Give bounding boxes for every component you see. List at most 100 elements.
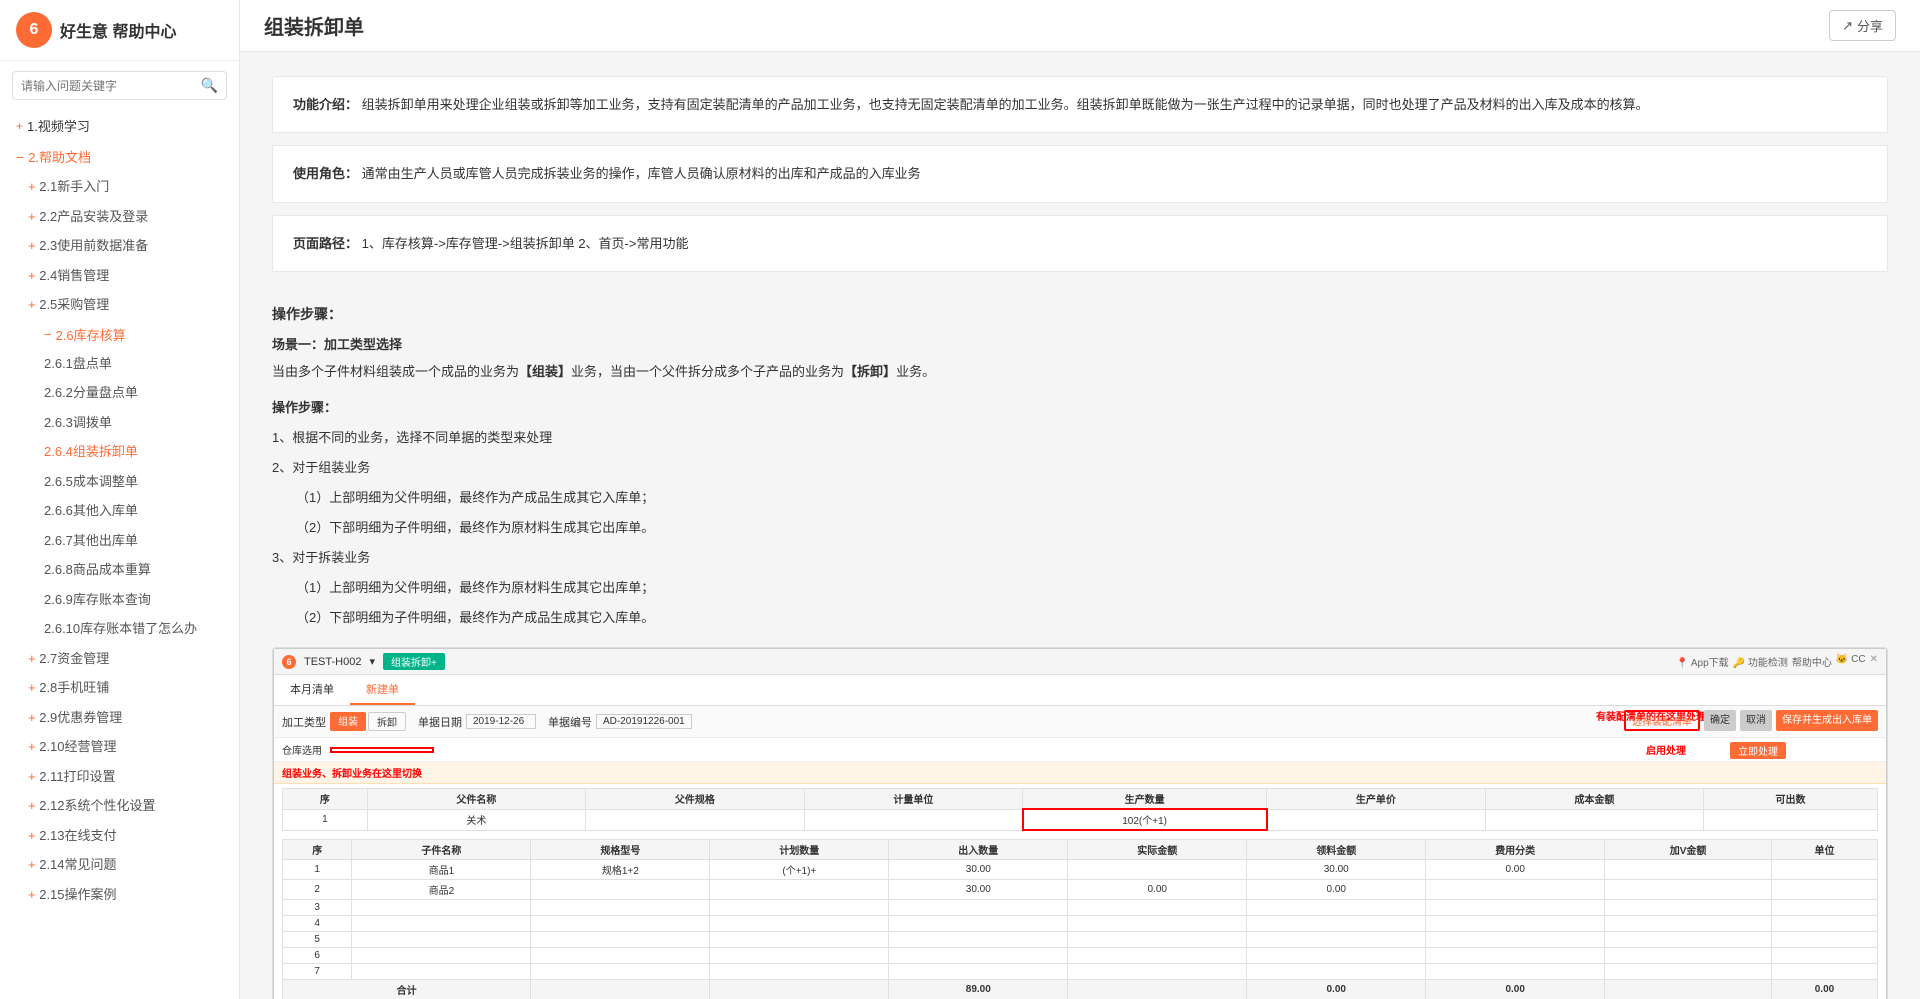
mock-cancel-btn[interactable]: 取消	[1740, 710, 1772, 731]
step3-subs: （1）上部明细为父件明细，最终作为原材料生成其它出库单； （2）下部明细为子件明…	[272, 575, 1888, 631]
sidebar-item-video[interactable]: + 1.视频学习	[0, 110, 239, 141]
mock-new-btn[interactable]: 组装拆卸+	[383, 653, 445, 670]
sidebar-item-docs-21[interactable]: + 2.1新手入门	[28, 172, 239, 202]
sidebar-item-268[interactable]: 2.6.8商品成本重算	[44, 555, 239, 585]
scene1-steps-label: 操作步骤：	[272, 395, 1888, 421]
mock-warehouse-input[interactable]	[330, 747, 434, 753]
app-title: 好生意 帮助中心	[60, 18, 176, 42]
sidebar-item-265[interactable]: 2.6.5成本调整单	[44, 467, 239, 497]
mock-lower-table-container: 序 子件名称 规格型号 计划数量 出入数量 实际金额 领料金额 费用分类 加V金…	[274, 835, 1886, 999]
mock-save-btn[interactable]: 保存并生成出入库单	[1776, 710, 1878, 731]
sidebar-item-267[interactable]: 2.6.7其他出库单	[44, 526, 239, 556]
mock-close[interactable]: ✕	[1870, 654, 1878, 669]
mock-form-header: 加工类型 组装 拆卸 单据日期 2019-12-26 单据编号	[274, 706, 1886, 738]
mock-field-doc-date: 单据日期 2019-12-26	[418, 714, 536, 730]
steps-title: 操作步骤：	[272, 304, 1888, 324]
search-box[interactable]: 🔍	[12, 71, 227, 100]
table-row: 4	[283, 916, 1878, 932]
share-icon: ↗	[1842, 18, 1853, 34]
sidebar-item-docs-27[interactable]: + 2.7资金管理	[28, 644, 239, 674]
sidebar-sub-26: 2.6.1盘点单 2.6.2分量盘点单 2.6.3调拨单 2.6.4组装拆卸单 …	[28, 349, 239, 644]
sidebar-item-269[interactable]: 2.6.9库存账本查询	[44, 585, 239, 615]
scene1-steps: 操作步骤： 1、根据不同的业务，选择不同单据的类型来处理 2、对于组装业务 （1…	[272, 395, 1888, 631]
sidebar-item-docs[interactable]: − 2.帮助文档	[0, 141, 239, 172]
mock-select-assembly-btn[interactable]: 选择装配清单	[1624, 710, 1700, 731]
share-button[interactable]: ↗ 分享	[1829, 10, 1896, 41]
role-section: 使用角色： 通常由生产人员或库管人员完成拆装业务的操作，库管人员确认原材料的出库…	[272, 145, 1888, 202]
mock-lower-table-header: 序 子件名称 规格型号 计划数量 出入数量 实际金额 领料金额 费用分类 加V金…	[283, 840, 1878, 860]
sidebar-item-docs-211[interactable]: + 2.11打印设置	[28, 762, 239, 792]
table-row: 6	[283, 948, 1878, 964]
mock-doc-date-input[interactable]: 2019-12-26	[466, 714, 536, 729]
path-section: 页面路径： 1、库存核算->库存管理->组装拆卸单 2、首页->常用功能	[272, 215, 1888, 272]
sidebar: 6 好生意 帮助中心 🔍 + 1.视频学习 − 2.帮助文档 + 2.1新手入门…	[0, 0, 240, 999]
expand-icon: +	[28, 238, 39, 253]
scene1-desc: 当由多个子件材料组装成一个成品的业务为【组装】业务，当由一个父件拆分成多个子产品…	[272, 359, 1888, 385]
step3-sub1: （1）上部明细为父件明细，最终作为原材料生成其它出库单；	[296, 575, 1888, 601]
mock-type-assemble[interactable]: 组装	[330, 712, 366, 731]
step2-sub1: （1）上部明细为父件明细，最终作为产成品生成其它入库单；	[296, 485, 1888, 511]
sidebar-item-docs-29[interactable]: + 2.9优惠券管理	[28, 703, 239, 733]
sidebar-item-266[interactable]: 2.6.6其他入库单	[44, 496, 239, 526]
page-title: 组装拆卸单	[264, 11, 364, 40]
sidebar-item-docs-25[interactable]: + 2.5采购管理	[28, 290, 239, 320]
sidebar-item-docs-22[interactable]: + 2.2产品安装及登录	[28, 202, 239, 232]
step3-sub2: （2）下部明细为子件明细，最终作为产成品生成其它入库单。	[296, 605, 1888, 631]
logo-icon: 6	[16, 12, 52, 48]
mock-upper-table-header: 序 父件名称 父件规格 计量单位 生产数量 生产单价 成本金额 可出数	[283, 789, 1878, 810]
table-row: 1 商品1 规格1+2 (个+1)+ 30.00 30.00 0.00	[283, 860, 1878, 880]
mock-doc-no-input[interactable]: AD-20191226-001	[596, 714, 692, 729]
sidebar-item-docs-26[interactable]: − 2.6库存核算	[28, 320, 239, 349]
step2-subs: （1）上部明细为父件明细，最终作为产成品生成其它入库单； （2）下部明细为子件明…	[272, 485, 1888, 541]
sidebar-item-261[interactable]: 2.6.1盘点单	[44, 349, 239, 379]
scene1-desc-text: 当由多个子件材料组装成一个成品的业务为【组装】业务，当由一个父件拆分成多个子产品…	[272, 359, 1888, 385]
step1: 1、根据不同的业务，选择不同单据的类型来处理	[272, 425, 1888, 451]
mock-tab-list[interactable]: 本月清单	[274, 675, 350, 705]
table-row: 7	[283, 964, 1878, 980]
mock-field-date: 加工类型 组装 拆卸	[282, 712, 406, 731]
step3: 3、对于拆装业务	[272, 545, 1888, 571]
mock-enable-btn[interactable]: 立即处理	[1730, 742, 1786, 759]
sidebar-item-docs-24[interactable]: + 2.4销售管理	[28, 261, 239, 291]
mock-app: 6 TEST-H002 ▾ 组装拆卸+ 📍 App下载 🔑 功能检测 帮助中心 …	[273, 648, 1887, 999]
sidebar-item-263[interactable]: 2.6.3调拨单	[44, 408, 239, 438]
mock-tab-new[interactable]: 新建单	[350, 675, 415, 705]
step2: 2、对于组装业务	[272, 455, 1888, 481]
mock-confirm-btn[interactable]: 确定	[1704, 710, 1736, 731]
intro-label: 功能介绍：	[293, 97, 358, 112]
sidebar-item-docs-213[interactable]: + 2.13在线支付	[28, 821, 239, 851]
sidebar-item-docs-28[interactable]: + 2.8手机旺铺	[28, 673, 239, 703]
sidebar-item-264[interactable]: 2.6.4组装拆卸单	[44, 437, 239, 467]
expand-icon: +	[28, 179, 39, 194]
mock-topright: 📍 App下载 🔑 功能检测 帮助中心 🐱 CC ✕	[1676, 654, 1878, 669]
table-row: 3	[283, 900, 1878, 916]
sidebar-nav: + 1.视频学习 − 2.帮助文档 + 2.1新手入门 + 2.2产品安装及登录…	[0, 110, 239, 999]
mock-type-disassemble[interactable]: 拆卸	[368, 712, 406, 731]
screenshot-container: 6 TEST-H002 ▾ 组装拆卸+ 📍 App下载 🔑 功能检测 帮助中心 …	[272, 647, 1888, 999]
sidebar-item-docs-215[interactable]: + 2.15操作案例	[28, 880, 239, 910]
sidebar-item-label: 2.帮助文档	[28, 147, 91, 166]
sidebar-item-docs-23[interactable]: + 2.3使用前数据准备	[28, 231, 239, 261]
search-icon: 🔍	[201, 77, 218, 94]
mock-titlebar: 6 TEST-H002 ▾ 组装拆卸+ 📍 App下载 🔑 功能检测 帮助中心 …	[274, 649, 1886, 675]
sidebar-item-docs-214[interactable]: + 2.14常见问题	[28, 850, 239, 880]
intro-section: 功能介绍： 组装拆卸单用来处理企业组装或拆卸等加工业务，支持有固定装配清单的产品…	[272, 76, 1888, 133]
mock-title: TEST-H002	[304, 656, 361, 668]
mock-type-tabs: 组装 拆卸	[330, 712, 406, 731]
role-text: 通常由生产人员或库管人员完成拆装业务的操作，库管人员确认原材料的出库和产成品的入…	[362, 166, 921, 181]
sidebar-item-label: 1.视频学习	[27, 116, 90, 135]
sidebar-item-2610[interactable]: 2.6.10库存账本错了怎么办	[44, 614, 239, 644]
collapse-icon: −	[16, 149, 24, 165]
collapse-icon: −	[44, 327, 52, 342]
search-input[interactable]	[21, 79, 201, 93]
expand-icon: +	[28, 209, 39, 224]
table-footer-row: 合计 89.00 0.00 0.00 0.00	[283, 980, 1878, 999]
scene1-title: 场景一：加工类型选择	[272, 334, 1888, 353]
mock-lower-table: 序 子件名称 规格型号 计划数量 出入数量 实际金额 领料金额 费用分类 加V金…	[282, 839, 1878, 999]
step2-sub2: （2）下部明细为子件明细，最终作为原材料生成其它出库单。	[296, 515, 1888, 541]
expand-icon: +	[16, 119, 23, 133]
sidebar-item-262[interactable]: 2.6.2分量盘点单	[44, 378, 239, 408]
sidebar-item-docs-212[interactable]: + 2.12系统个性化设置	[28, 791, 239, 821]
expand-icon: +	[28, 268, 39, 283]
sidebar-item-docs-210[interactable]: + 2.10经营管理	[28, 732, 239, 762]
